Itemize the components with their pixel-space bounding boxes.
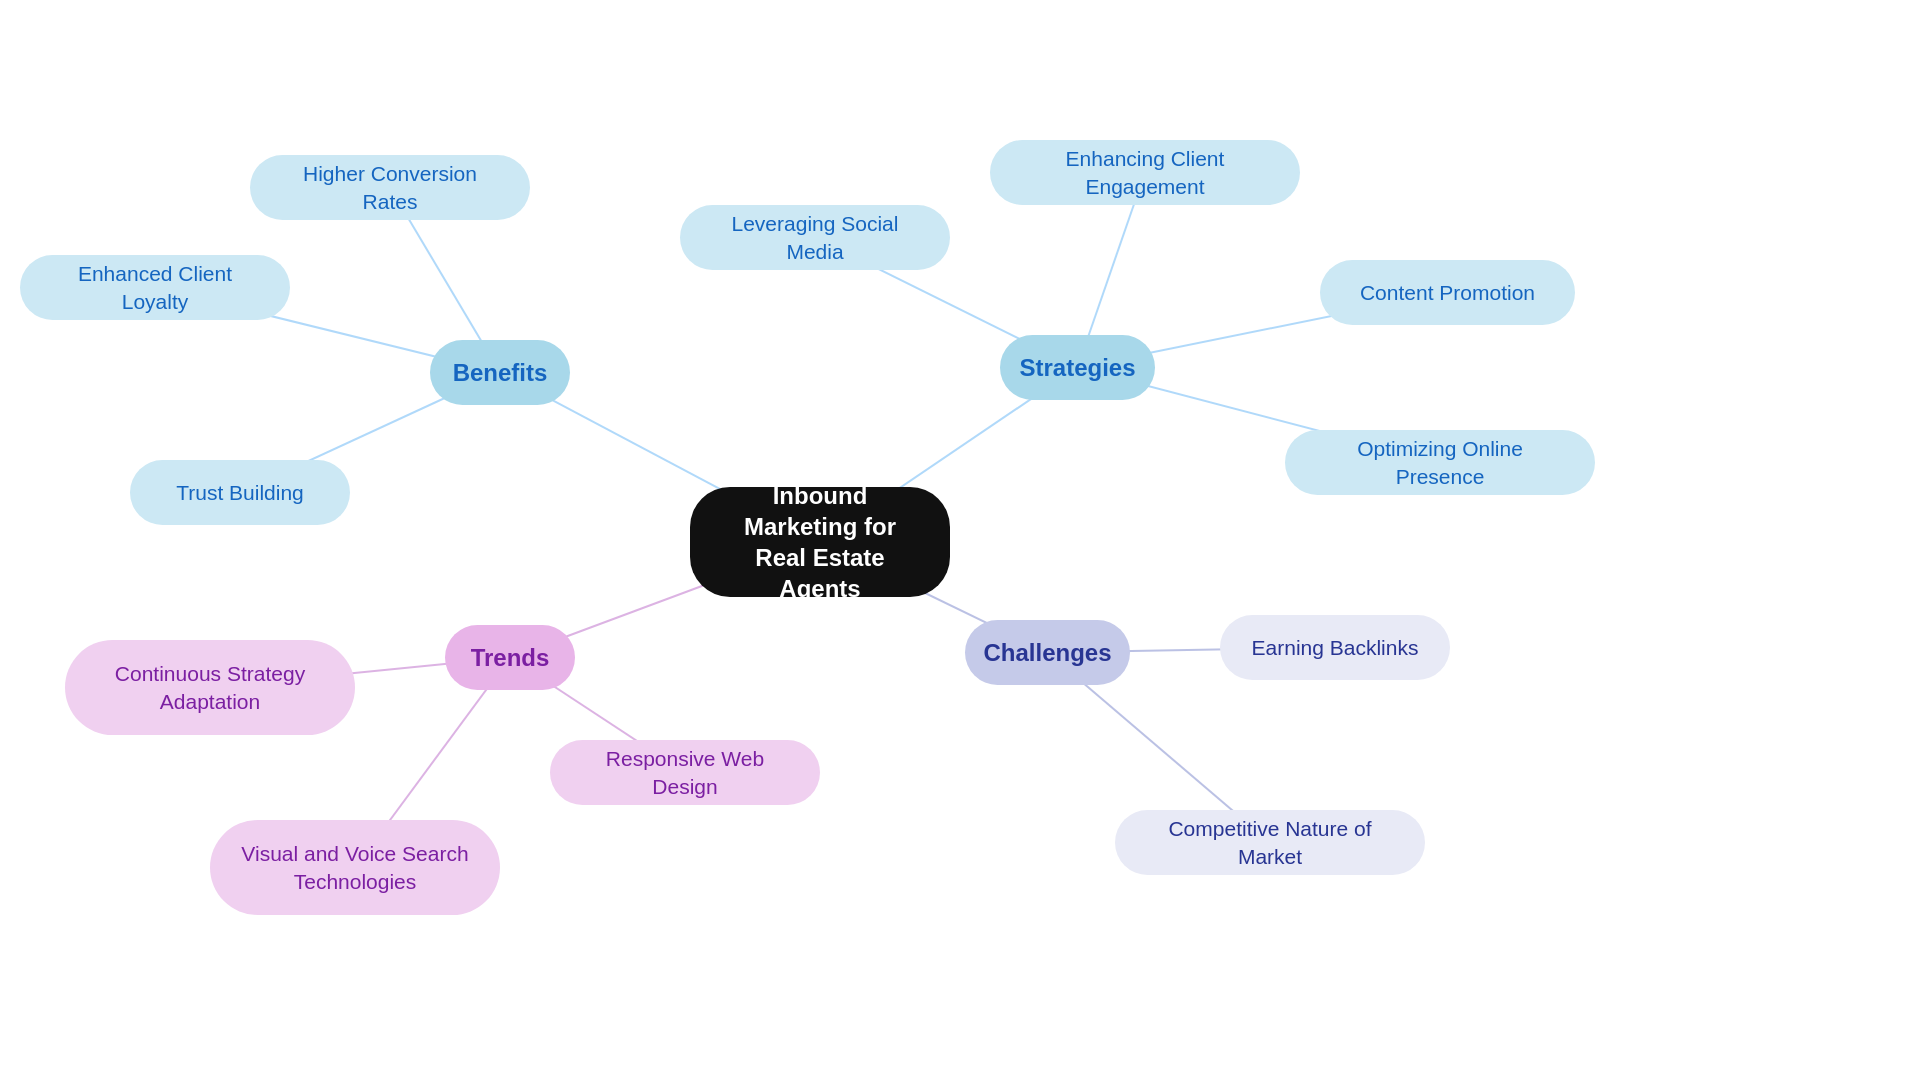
trust-building-node: Trust Building: [130, 460, 350, 525]
responsive-web-node: Responsive Web Design: [550, 740, 820, 805]
benefits-node: Benefits: [430, 340, 570, 405]
online-presence-node: Optimizing Online Presence: [1285, 430, 1595, 495]
strategies-node: Strategies: [1000, 335, 1155, 400]
continuous-strategy-node: Continuous Strategy Adaptation: [65, 640, 355, 735]
center-node: Inbound Marketing for Real Estate Agents: [690, 487, 950, 597]
visual-voice-search-node: Visual and Voice Search Technologies: [210, 820, 500, 915]
client-engagement-node: Enhancing Client Engagement: [990, 140, 1300, 205]
challenges-node: Challenges: [965, 620, 1130, 685]
competitive-market-node: Competitive Nature of Market: [1115, 810, 1425, 875]
content-promotion-node: Content Promotion: [1320, 260, 1575, 325]
earning-backlinks-node: Earning Backlinks: [1220, 615, 1450, 680]
social-media-node: Leveraging Social Media: [680, 205, 950, 270]
trends-node: Trends: [445, 625, 575, 690]
enhanced-loyalty-node: Enhanced Client Loyalty: [20, 255, 290, 320]
higher-conversion-node: Higher Conversion Rates: [250, 155, 530, 220]
